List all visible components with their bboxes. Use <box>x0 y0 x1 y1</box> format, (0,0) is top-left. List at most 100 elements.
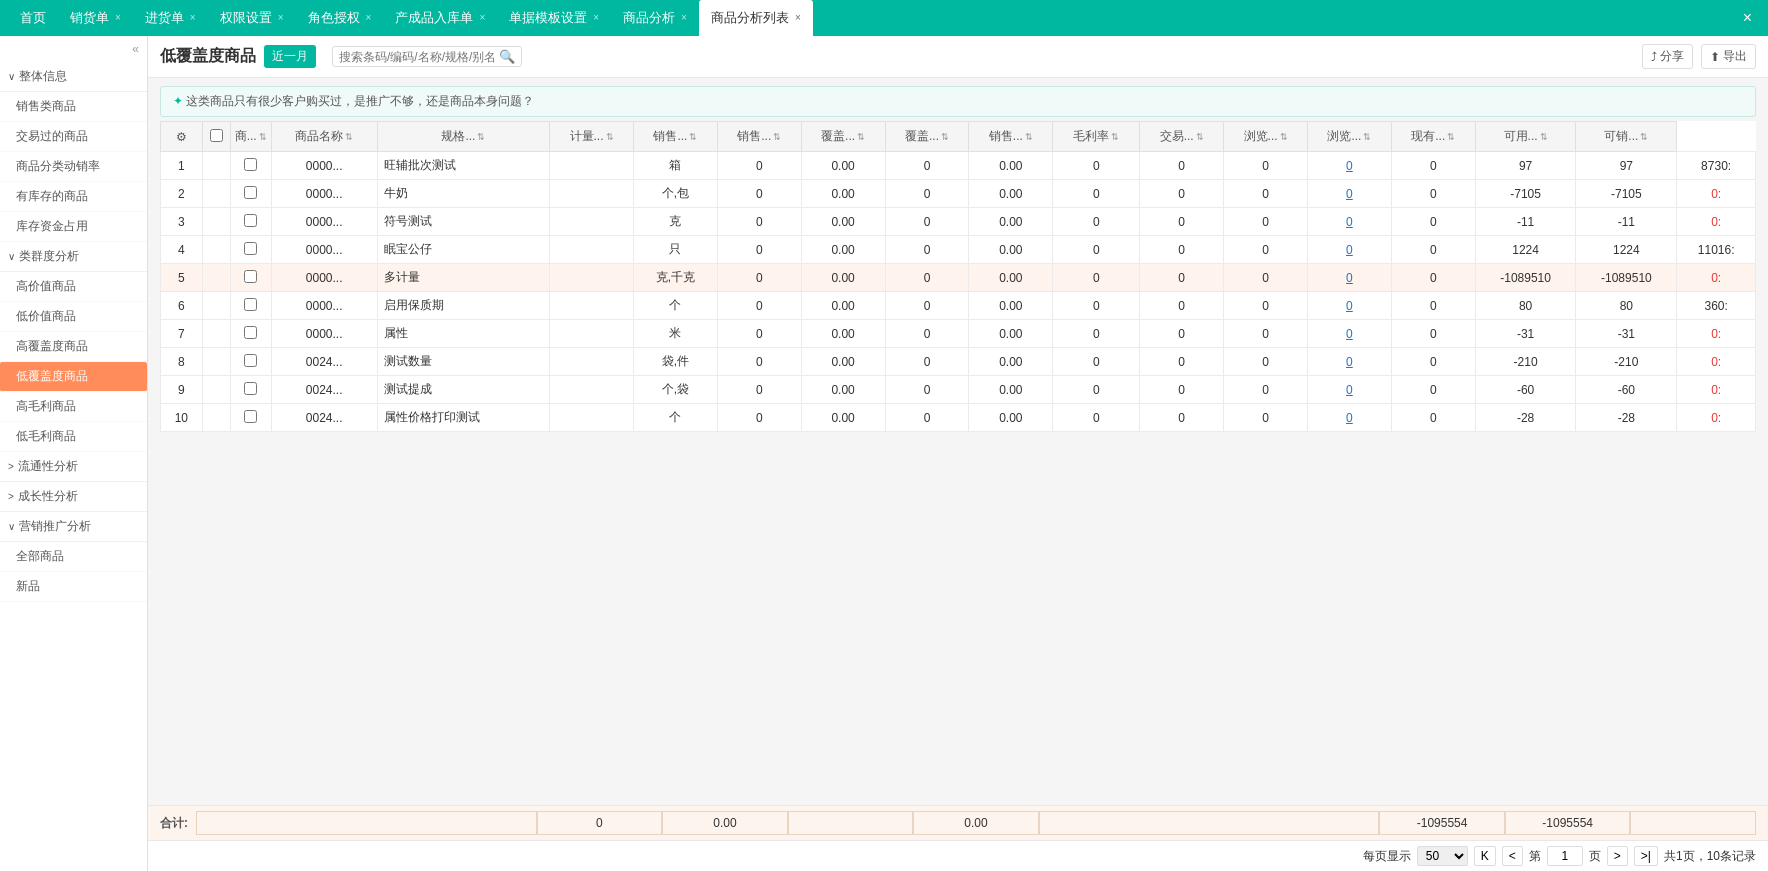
sidebar-item-in-stock[interactable]: 有库存的商品 <box>0 182 147 212</box>
row-settings[interactable] <box>202 348 230 376</box>
row-checkbox[interactable] <box>244 270 257 283</box>
per-page-select[interactable]: 50 10 20 100 <box>1417 846 1468 866</box>
row-settings[interactable] <box>202 376 230 404</box>
table-container[interactable]: ⚙ 商...⇅ 商品名称⇅ 规格...⇅ 计量...⇅ 销售...⇅ 销售...… <box>160 121 1756 805</box>
sidebar-item-high-value[interactable]: 高价值商品 <box>0 272 147 302</box>
row-settings[interactable] <box>202 292 230 320</box>
sidebar-toggle[interactable]: « <box>0 36 147 62</box>
search-icon[interactable]: 🔍 <box>499 49 515 64</box>
nav-template[interactable]: 单据模板设置 × <box>497 0 611 36</box>
row-settings[interactable] <box>202 152 230 180</box>
row-checkbox[interactable] <box>244 382 257 395</box>
col-trans[interactable]: 交易...⇅ <box>1140 122 1224 152</box>
sidebar-section-growth[interactable]: > 成长性分析 <box>0 482 147 512</box>
row-browse1[interactable]: 0 <box>1307 208 1391 236</box>
row-check[interactable] <box>230 376 271 404</box>
select-all-checkbox[interactable] <box>210 129 223 142</box>
row-check[interactable] <box>230 180 271 208</box>
col-saleable[interactable]: 可销...⇅ <box>1576 122 1677 152</box>
nav-roles-close[interactable]: × <box>366 0 372 36</box>
sidebar-item-traded-goods[interactable]: 交易过的商品 <box>0 122 147 152</box>
row-check[interactable] <box>230 348 271 376</box>
row-browse1[interactable]: 0 <box>1307 292 1391 320</box>
col-sales-amt[interactable]: 销售...⇅ <box>717 122 801 152</box>
search-input[interactable] <box>339 50 499 64</box>
row-checkbox[interactable] <box>244 326 257 339</box>
col-available[interactable]: 可用...⇅ <box>1475 122 1576 152</box>
row-browse1[interactable]: 0 <box>1307 320 1391 348</box>
date-filter-button[interactable]: 近一月 <box>264 45 316 68</box>
col-gross[interactable]: 毛利率⇅ <box>1053 122 1140 152</box>
row-checkbox[interactable] <box>244 354 257 367</box>
row-check[interactable] <box>230 208 271 236</box>
nav-inventory-close[interactable]: × <box>479 0 485 36</box>
row-browse1[interactable]: 0 <box>1307 180 1391 208</box>
row-browse1[interactable]: 0 <box>1307 236 1391 264</box>
nav-sales-close[interactable]: × <box>115 0 121 36</box>
row-checkbox[interactable] <box>244 298 257 311</box>
nav-analysis[interactable]: 商品分析 × <box>611 0 699 36</box>
row-check[interactable] <box>230 264 271 292</box>
col-cover2[interactable]: 覆盖...⇅ <box>885 122 969 152</box>
col-sales2[interactable]: 销售...⇅ <box>969 122 1053 152</box>
nav-template-close[interactable]: × <box>593 0 599 36</box>
sidebar-section-marketing[interactable]: ∨ 营销推广分析 <box>0 512 147 542</box>
col-sales-qty[interactable]: 销售...⇅ <box>633 122 717 152</box>
first-page-button[interactable]: K <box>1474 846 1496 866</box>
row-settings[interactable] <box>202 208 230 236</box>
nav-inventory[interactable]: 产成品入库单 × <box>383 0 497 36</box>
sidebar-section-overall[interactable]: ∨ 整体信息 <box>0 62 147 92</box>
col-current[interactable]: 现有...⇅ <box>1391 122 1475 152</box>
window-close-button[interactable]: × <box>1735 9 1760 27</box>
prev-page-button[interactable]: < <box>1502 846 1523 866</box>
page-input[interactable] <box>1547 846 1583 866</box>
row-settings[interactable] <box>202 264 230 292</box>
row-checkbox[interactable] <box>244 214 257 227</box>
sidebar-item-category-rate[interactable]: 商品分类动销率 <box>0 152 147 182</box>
nav-analysis-close[interactable]: × <box>681 0 687 36</box>
row-settings[interactable] <box>202 404 230 432</box>
nav-permissions[interactable]: 权限设置 × <box>208 0 296 36</box>
row-checkbox[interactable] <box>244 242 257 255</box>
sidebar-item-high-margin[interactable]: 高毛利商品 <box>0 392 147 422</box>
row-browse1[interactable]: 0 <box>1307 376 1391 404</box>
row-checkbox[interactable] <box>244 158 257 171</box>
export-button[interactable]: ⬆ 导出 <box>1701 44 1756 69</box>
sidebar-item-low-coverage[interactable]: 低覆盖度商品 <box>0 362 147 392</box>
next-page-button[interactable]: > <box>1607 846 1628 866</box>
nav-home[interactable]: 首页 <box>8 0 58 36</box>
row-browse1[interactable]: 0 <box>1307 404 1391 432</box>
sidebar-item-low-value[interactable]: 低价值商品 <box>0 302 147 332</box>
row-check[interactable] <box>230 292 271 320</box>
sidebar-section-cluster[interactable]: ∨ 类群度分析 <box>0 242 147 272</box>
nav-purchase[interactable]: 进货单 × <box>133 0 208 36</box>
row-settings[interactable] <box>202 236 230 264</box>
row-browse1[interactable]: 0 <box>1307 152 1391 180</box>
sidebar-item-sales-goods[interactable]: 销售类商品 <box>0 92 147 122</box>
nav-analysis-list[interactable]: 商品分析列表 × <box>699 0 813 36</box>
col-browse1[interactable]: 浏览...⇅ <box>1224 122 1308 152</box>
col-name[interactable]: 商品名称⇅ <box>271 122 377 152</box>
row-checkbox[interactable] <box>244 186 257 199</box>
nav-analysis-list-close[interactable]: × <box>795 0 801 36</box>
sidebar-item-low-margin[interactable]: 低毛利商品 <box>0 422 147 452</box>
col-spec[interactable]: 规格...⇅ <box>377 122 549 152</box>
last-page-button[interactable]: >| <box>1634 846 1658 866</box>
sidebar-section-liquidity[interactable]: > 流通性分析 <box>0 452 147 482</box>
row-check[interactable] <box>230 236 271 264</box>
row-checkbox[interactable] <box>244 410 257 423</box>
col-browse2[interactable]: 浏览...⇅ <box>1307 122 1391 152</box>
sidebar-item-capital[interactable]: 库存资金占用 <box>0 212 147 242</box>
row-check[interactable] <box>230 404 271 432</box>
col-cover1[interactable]: 覆盖...⇅ <box>801 122 885 152</box>
sidebar-item-high-coverage[interactable]: 高覆盖度商品 <box>0 332 147 362</box>
nav-purchase-close[interactable]: × <box>190 0 196 36</box>
nav-roles[interactable]: 角色授权 × <box>296 0 384 36</box>
row-check[interactable] <box>230 320 271 348</box>
row-browse1[interactable]: 0 <box>1307 348 1391 376</box>
col-settings[interactable]: ⚙ <box>161 122 203 152</box>
row-settings[interactable] <box>202 320 230 348</box>
row-check[interactable] <box>230 152 271 180</box>
col-code[interactable]: 商...⇅ <box>230 122 271 152</box>
row-browse1[interactable]: 0 <box>1307 264 1391 292</box>
